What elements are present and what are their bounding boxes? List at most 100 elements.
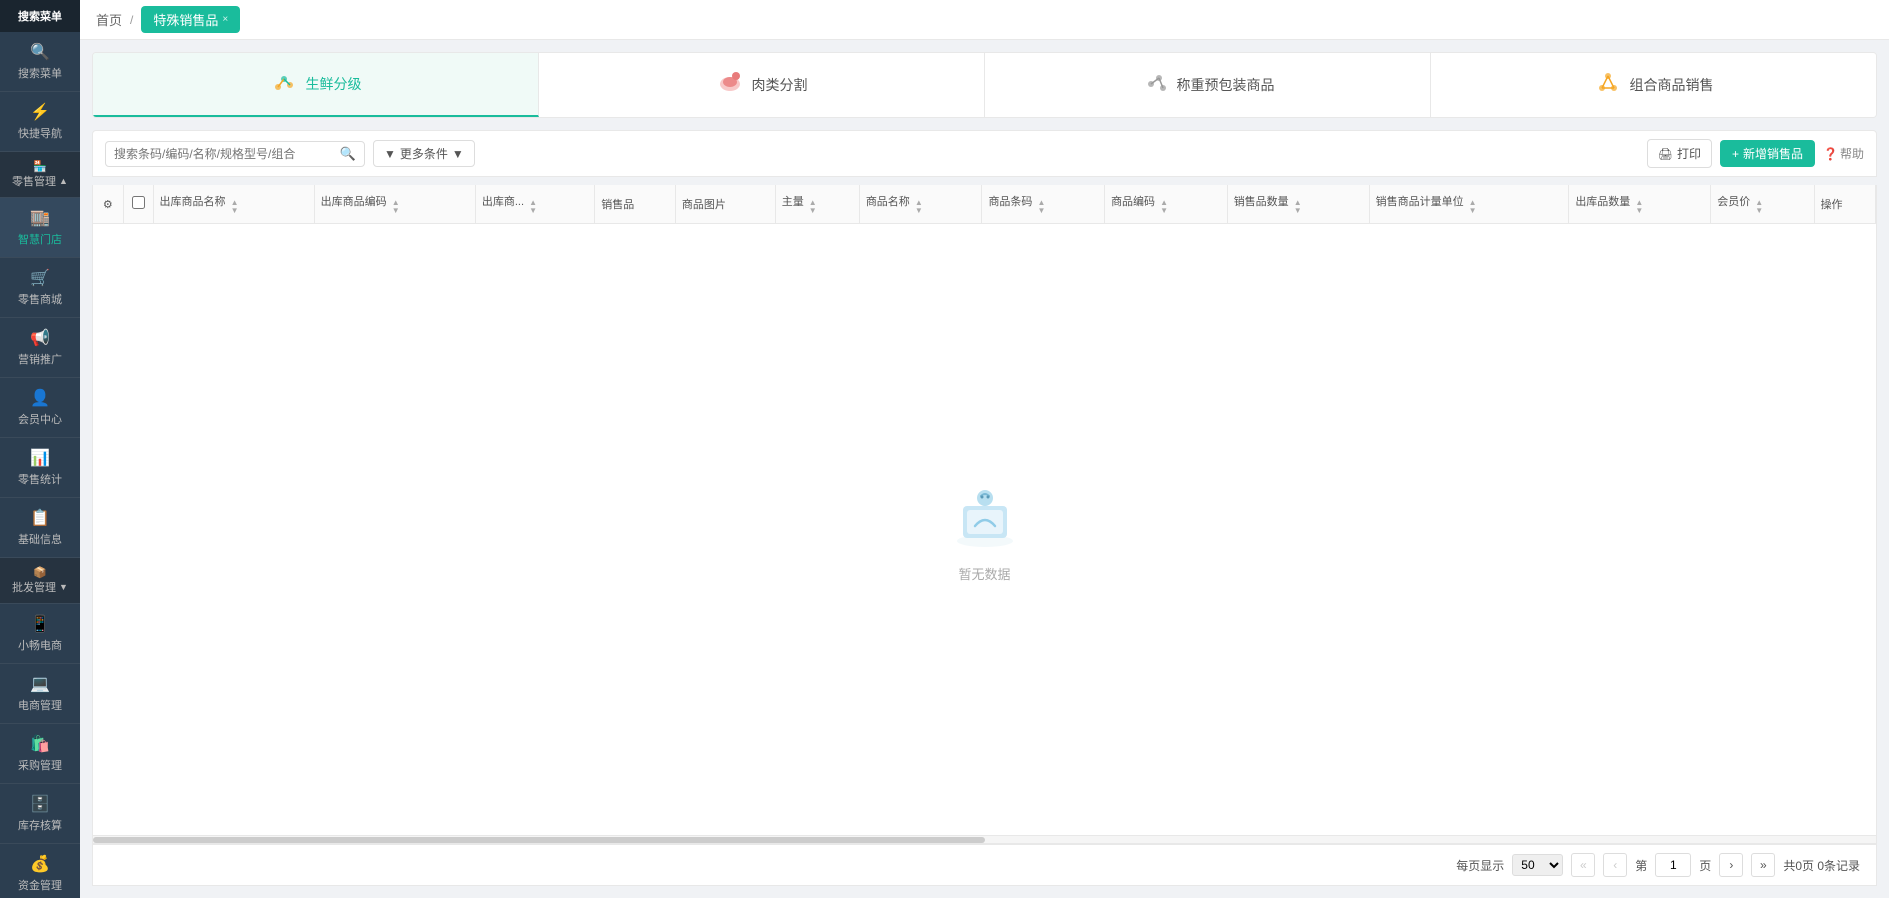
cat-tab-combo[interactable]: 组合商品销售 bbox=[1431, 53, 1876, 117]
cat-tab-fresh[interactable]: 生鲜分级 bbox=[93, 53, 539, 117]
sidebar-item-label: 智慧门店 bbox=[18, 231, 62, 247]
plus-icon: + bbox=[1732, 147, 1739, 161]
topbar: 首页 / 特殊销售品 × bbox=[80, 0, 1889, 40]
active-tab[interactable]: 特殊销售品 × bbox=[141, 6, 240, 33]
page-label: 第 bbox=[1635, 857, 1647, 874]
filter-label: 更多条件 bbox=[400, 145, 448, 162]
inventory-icon: 🗄️ bbox=[30, 794, 50, 814]
help-button[interactable]: ❓ 帮助 bbox=[1823, 145, 1864, 162]
sidebar-item-label: 营销推广 bbox=[18, 351, 62, 367]
col-goods-name: 商品名称 ▲▼ bbox=[859, 185, 982, 224]
sidebar: 搜索菜单 🔍 搜索菜单 ⚡ 快捷导航 🏪 零售管理 ▲ 🏬 智慧门店 🛒 零售商… bbox=[0, 0, 80, 898]
sidebar-item-miniprog[interactable]: 📱 小畅电商 bbox=[0, 604, 80, 664]
sidebar-item-label: 会员中心 bbox=[18, 411, 62, 427]
cat-tab-weighed-label: 称重预包装商品 bbox=[1177, 75, 1275, 95]
empty-illustration bbox=[945, 476, 1025, 556]
main-panel: 首页 / 特殊销售品 × 生鲜分级 bbox=[80, 0, 1889, 898]
cat-tab-combo-label: 组合商品销售 bbox=[1630, 75, 1714, 95]
sidebar-item-label: 零售管理 ▲ bbox=[12, 173, 68, 189]
page-prev-button[interactable]: ‹ bbox=[1603, 853, 1627, 877]
cat-tab-weighed[interactable]: 称重预包装商品 bbox=[985, 53, 1431, 117]
sidebar-item-label: 零售统计 bbox=[18, 471, 62, 487]
retailmall-icon: 🛒 bbox=[30, 268, 50, 288]
sidebar-item-label: 零售商城 bbox=[18, 291, 62, 307]
page-input[interactable] bbox=[1655, 853, 1691, 877]
print-button[interactable]: 🖨 打印 bbox=[1647, 139, 1712, 168]
sidebar-item-finance[interactable]: 💰 资金管理 bbox=[0, 844, 80, 898]
col-weight: 主量 ▲▼ bbox=[775, 185, 859, 224]
horizontal-scrollbar[interactable] bbox=[93, 835, 1876, 843]
purchase-icon: 🛍️ bbox=[30, 734, 50, 754]
miniprog-icon: 📱 bbox=[30, 614, 50, 634]
weighed-icon bbox=[1141, 68, 1169, 102]
search-icon: 🔍 bbox=[30, 42, 50, 62]
empty-text: 暂无数据 bbox=[958, 564, 1010, 583]
search-box: 🔍 bbox=[105, 141, 365, 167]
sidebar-item-wholesale[interactable]: 📦 批发管理 ▼ bbox=[0, 558, 80, 604]
cat-tab-meat-label: 肉类分割 bbox=[752, 75, 808, 95]
filter-arrow-icon: ▼ bbox=[452, 147, 464, 161]
sidebar-item-label: 批发管理 ▼ bbox=[12, 579, 68, 595]
pagination: 每页显示 50 10 20 100 « ‹ 第 页 › » 共0页 0条记录 bbox=[92, 844, 1877, 886]
col-actions: 操作 bbox=[1814, 185, 1875, 224]
page-first-button[interactable]: « bbox=[1571, 853, 1595, 877]
select-all-checkbox[interactable] bbox=[132, 196, 145, 209]
breadcrumb-home[interactable]: 首页 bbox=[96, 10, 122, 29]
content-area: 生鲜分级 肉类分割 bbox=[80, 40, 1889, 898]
sidebar-item-retailstats[interactable]: 📊 零售统计 bbox=[0, 438, 80, 498]
sidebar-item-purchase[interactable]: 🛍️ 采购管理 bbox=[0, 724, 80, 784]
help-label: 帮助 bbox=[1840, 145, 1864, 162]
sidebar-item-label: 资金管理 bbox=[18, 877, 62, 893]
page-next-button[interactable]: › bbox=[1719, 853, 1743, 877]
filter-button[interactable]: ▼ 更多条件 ▼ bbox=[373, 140, 475, 167]
col-barcode: 商品条码 ▲▼ bbox=[982, 185, 1105, 224]
tab-close-button[interactable]: × bbox=[222, 14, 228, 25]
wholesale-icon: 📦 bbox=[33, 566, 47, 579]
tab-label: 特殊销售品 bbox=[153, 10, 218, 29]
table-container: ⚙ 出库商品名称 ▲▼ 出库商品编码 ▲▼ 出库商... ▲▼ bbox=[92, 185, 1877, 844]
search-icon: 🔍 bbox=[340, 146, 356, 162]
col-member-price: 会员价 ▲▼ bbox=[1711, 185, 1814, 224]
sidebar-item-search[interactable]: 🔍 搜索菜单 bbox=[0, 32, 80, 92]
toolbar-right: 🖨 打印 + 新增销售品 ❓ 帮助 bbox=[1647, 139, 1864, 168]
combo-icon bbox=[1594, 68, 1622, 102]
sidebar-item-retail[interactable]: 🏪 零售管理 ▲ bbox=[0, 152, 80, 198]
members-icon: 👤 bbox=[30, 388, 50, 408]
fresh-icon bbox=[270, 67, 298, 101]
cat-tab-meat[interactable]: 肉类分割 bbox=[539, 53, 985, 117]
scrollbar-thumb[interactable] bbox=[93, 837, 985, 843]
print-label: 打印 bbox=[1677, 145, 1701, 162]
per-page-select[interactable]: 50 10 20 100 bbox=[1512, 854, 1563, 876]
sidebar-item-ecommerce[interactable]: 💻 电商管理 bbox=[0, 664, 80, 724]
col-out-name: 出库商品名称 ▲▼ bbox=[153, 185, 314, 224]
sidebar-item-label: 采购管理 bbox=[18, 757, 62, 773]
help-icon: ❓ bbox=[1823, 147, 1838, 161]
sidebar-item-members[interactable]: 👤 会员中心 bbox=[0, 378, 80, 438]
page-last-button[interactable]: » bbox=[1751, 853, 1775, 877]
sidebar-item-smartstore[interactable]: 🏬 智慧门店 bbox=[0, 198, 80, 258]
col-checkbox[interactable] bbox=[123, 185, 153, 224]
meat-icon bbox=[716, 68, 744, 102]
sidebar-item-quicknav[interactable]: ⚡ 快捷导航 bbox=[0, 92, 80, 152]
search-input[interactable] bbox=[114, 147, 340, 161]
finance-icon: 💰 bbox=[30, 854, 50, 874]
col-out-code: 出库商品编码 ▲▼ bbox=[314, 185, 475, 224]
sidebar-item-inventory[interactable]: 🗄️ 库存核算 bbox=[0, 784, 80, 844]
sidebar-item-label: 库存核算 bbox=[18, 817, 62, 833]
empty-state: 暂无数据 bbox=[93, 224, 1876, 835]
col-goods-code: 商品编码 ▲▼ bbox=[1105, 185, 1228, 224]
cat-tab-fresh-label: 生鲜分级 bbox=[306, 74, 362, 94]
new-label: 新增销售品 bbox=[1743, 145, 1803, 162]
col-sales-unit: 销售商品计量单位 ▲▼ bbox=[1369, 185, 1569, 224]
sidebar-item-salespromo[interactable]: 📢 营销推广 bbox=[0, 318, 80, 378]
col-image: 商品图片 bbox=[675, 185, 775, 224]
col-settings[interactable]: ⚙ bbox=[93, 185, 123, 224]
sidebar-item-basicinfo[interactable]: 📋 基础信息 bbox=[0, 498, 80, 558]
print-icon: 🖨 bbox=[1658, 147, 1673, 161]
basicinfo-icon: 📋 bbox=[30, 508, 50, 528]
new-button[interactable]: + 新增销售品 bbox=[1720, 140, 1815, 167]
sidebar-item-retailmall[interactable]: 🛒 零售商城 bbox=[0, 258, 80, 318]
smartstore-icon: 🏬 bbox=[30, 208, 50, 228]
sidebar-item-label: 电商管理 bbox=[18, 697, 62, 713]
filter-icon: ▼ bbox=[384, 147, 396, 161]
